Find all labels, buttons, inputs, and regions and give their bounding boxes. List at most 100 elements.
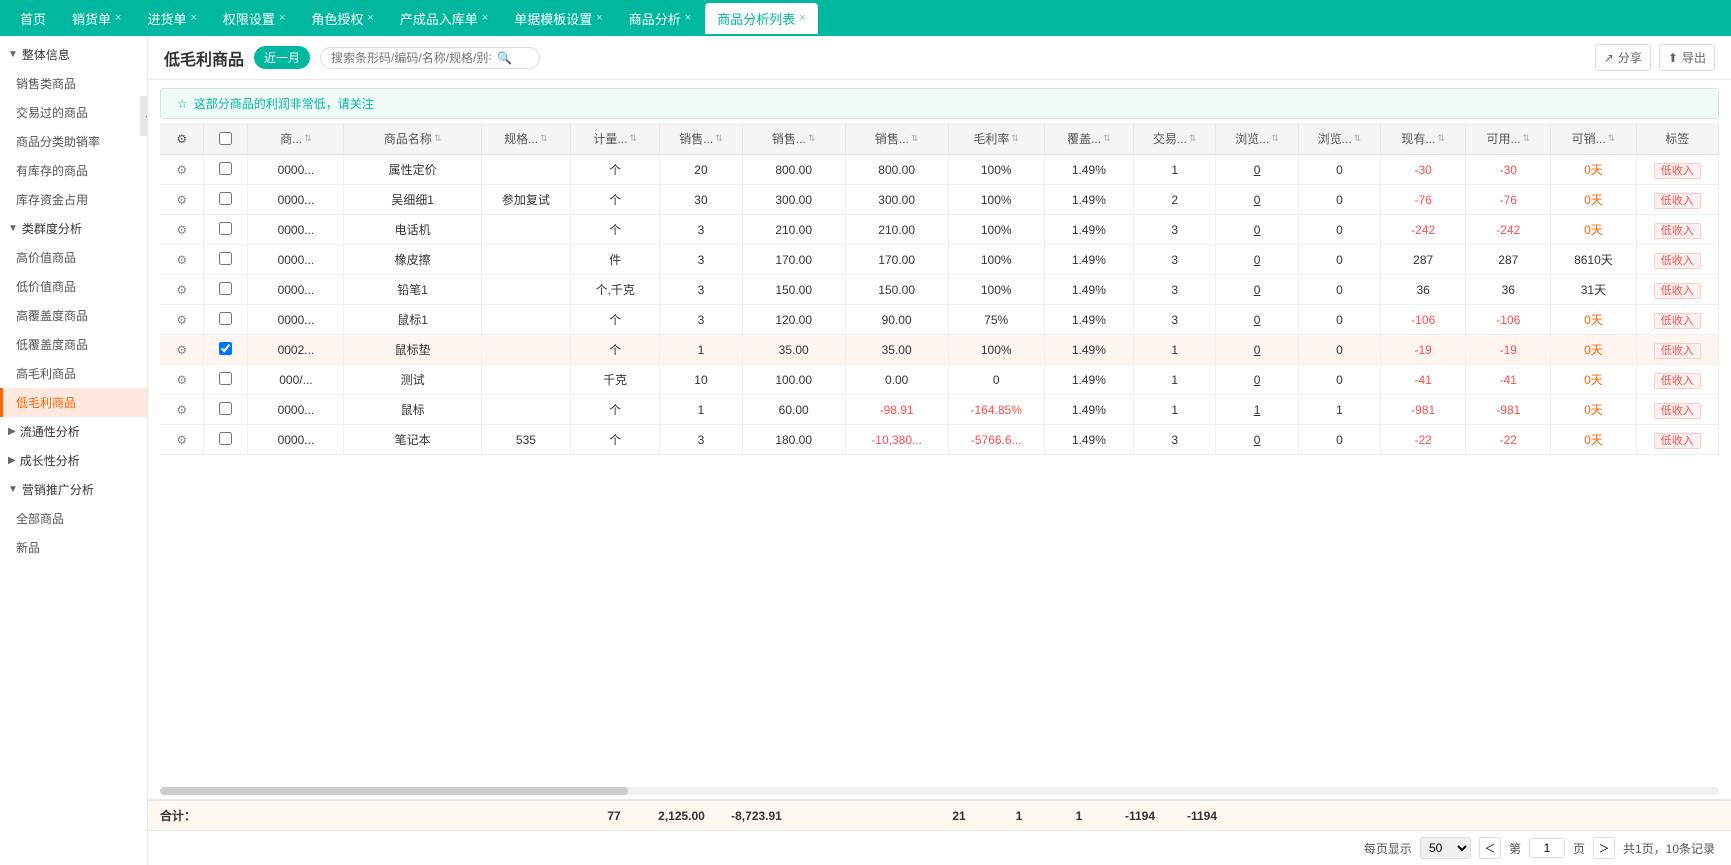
row-gear-cell[interactable]: ⚙ [160,305,204,335]
nav-close-purchase[interactable]: × [190,12,196,24]
period-button[interactable]: 近一月 [254,46,310,69]
row-gear-cell[interactable]: ⚙ [160,365,204,395]
row-browse1[interactable]: 0 [1216,425,1298,455]
th-sale-profit[interactable]: 销售...⇅ [845,123,948,155]
row-gear-cell[interactable]: ⚙ [160,155,204,185]
row-browse1[interactable]: 1 [1216,395,1298,425]
row-gross-rate: -5766.6... [948,425,1044,455]
row-checkbox-cell[interactable] [204,425,248,455]
row-gear-cell[interactable]: ⚙ [160,335,204,365]
nav-close-product[interactable]: × [482,12,488,24]
nav-purchase[interactable]: 进货单 × [135,3,208,34]
nav-close-role[interactable]: × [367,12,373,24]
nav-close-analysis[interactable]: × [685,12,691,24]
row-browse1[interactable]: 0 [1216,155,1298,185]
nav-close-template[interactable]: × [596,12,602,24]
nav-permissions[interactable]: 权限设置 × [211,3,297,34]
sidebar-item-low-coverage[interactable]: 低覆盖度商品 [0,330,147,359]
row-checkbox-cell[interactable] [204,185,248,215]
row-spec [481,335,570,365]
row-browse1[interactable]: 0 [1216,305,1298,335]
th-browse1[interactable]: 浏览...⇅ [1216,123,1298,155]
horizontal-scrollbar[interactable] [160,787,1719,795]
row-browse1[interactable]: 0 [1216,335,1298,365]
th-salable[interactable]: 可销...⇅ [1551,123,1636,155]
row-browse1[interactable]: 0 [1216,215,1298,245]
row-gear-cell[interactable]: ⚙ [160,245,204,275]
th-unit[interactable]: 计量...⇅ [571,123,660,155]
search-input[interactable] [331,51,491,65]
row-browse1[interactable]: 0 [1216,245,1298,275]
row-browse1[interactable]: 0 [1216,365,1298,395]
row-checkbox-cell[interactable] [204,395,248,425]
sidebar-group-cluster[interactable]: ▼ 类群度分析 [0,214,147,243]
sidebar-item-low-value[interactable]: 低价值商品 [0,272,147,301]
sidebar-item-stock-goods[interactable]: 有库存的商品 [0,156,147,185]
search-icon[interactable]: 🔍 [497,51,512,65]
notice-icon: ☆ [177,97,188,111]
row-checkbox-cell[interactable] [204,215,248,245]
th-gross-rate[interactable]: 毛利率⇅ [948,123,1044,155]
sidebar-collapse-btn[interactable]: « [140,96,148,136]
th-code[interactable]: 商...⇅ [248,123,344,155]
row-name: 电话机 [344,215,481,245]
sidebar-group-circulation[interactable]: ▶ 流通性分析 [0,417,147,446]
sidebar-item-new-goods[interactable]: 新品 [0,533,147,562]
sidebar-item-high-value[interactable]: 高价值商品 [0,243,147,272]
prev-page-button[interactable]: ＜ [1479,837,1501,859]
nav-product[interactable]: 产成品入库单 × [388,3,500,34]
page-size-select[interactable]: 50 100 200 [1420,837,1471,859]
sidebar-item-sales-goods[interactable]: 销售类商品 [0,69,147,98]
nav-analysis[interactable]: 商品分析 × [617,3,703,34]
th-transaction[interactable]: 交易...⇅ [1134,123,1216,155]
row-browse1[interactable]: 0 [1216,275,1298,305]
nav-analysis-list[interactable]: 商品分析列表 × [705,3,817,34]
row-checkbox-cell[interactable] [204,365,248,395]
next-page-button[interactable]: ＞ [1593,837,1615,859]
th-browse2[interactable]: 浏览...⇅ [1298,123,1380,155]
row-gear-cell[interactable]: ⚙ [160,215,204,245]
share-button[interactable]: ↗ 分享 [1595,44,1651,71]
row-gear-cell[interactable]: ⚙ [160,395,204,425]
row-checkbox-cell[interactable] [204,335,248,365]
th-coverage[interactable]: 覆盖...⇅ [1044,123,1133,155]
sidebar-item-high-margin[interactable]: 高毛利商品 [0,359,147,388]
row-checkbox-cell[interactable] [204,155,248,185]
scrollbar-thumb[interactable] [160,787,628,795]
th-sale-qty[interactable]: 销售...⇅ [660,123,742,155]
nav-close-permissions[interactable]: × [279,12,285,24]
nav-close-analysis-list[interactable]: × [799,12,805,24]
select-all-checkbox[interactable] [219,132,232,145]
gear-icon[interactable]: ⚙ [176,132,187,146]
nav-sales[interactable]: 销货单 × [60,3,133,34]
sidebar-item-all-goods[interactable]: 全部商品 [0,504,147,533]
sidebar-item-traded-goods[interactable]: 交易过的商品 [0,98,147,127]
th-sale-amt[interactable]: 销售...⇅ [742,123,845,155]
sidebar-item-low-margin[interactable]: 低毛利商品 [0,388,147,417]
arrow-growth: ▶ [8,455,16,466]
row-tag: 低收入 [1636,245,1719,275]
nav-home[interactable]: 首页 [8,3,58,34]
th-current[interactable]: 现有...⇅ [1381,123,1466,155]
row-gear-cell[interactable]: ⚙ [160,275,204,305]
page-number-input[interactable] [1529,838,1565,858]
nav-template[interactable]: 单据模板设置 × [502,3,614,34]
sidebar-group-marketing[interactable]: ▼ 营销推广分析 [0,475,147,504]
row-checkbox-cell[interactable] [204,245,248,275]
th-available[interactable]: 可用...⇅ [1466,123,1551,155]
sidebar-group-growth[interactable]: ▶ 成长性分析 [0,446,147,475]
row-gear-cell[interactable]: ⚙ [160,425,204,455]
sidebar-item-category-rate[interactable]: 商品分类助销率 [0,127,147,156]
sidebar-item-stock-capital[interactable]: 库存资金占用 [0,185,147,214]
sidebar-item-high-coverage[interactable]: 高覆盖度商品 [0,301,147,330]
row-checkbox-cell[interactable] [204,275,248,305]
nav-role[interactable]: 角色授权 × [299,3,385,34]
row-checkbox-cell[interactable] [204,305,248,335]
row-browse1[interactable]: 0 [1216,185,1298,215]
export-button[interactable]: ⬆ 导出 [1659,44,1715,71]
row-gear-cell[interactable]: ⚙ [160,185,204,215]
nav-close-sales[interactable]: × [115,12,121,24]
sidebar-group-overall[interactable]: ▼ 整体信息 [0,40,147,69]
th-spec[interactable]: 规格...⇅ [481,123,570,155]
th-name[interactable]: 商品名称⇅ [344,123,481,155]
